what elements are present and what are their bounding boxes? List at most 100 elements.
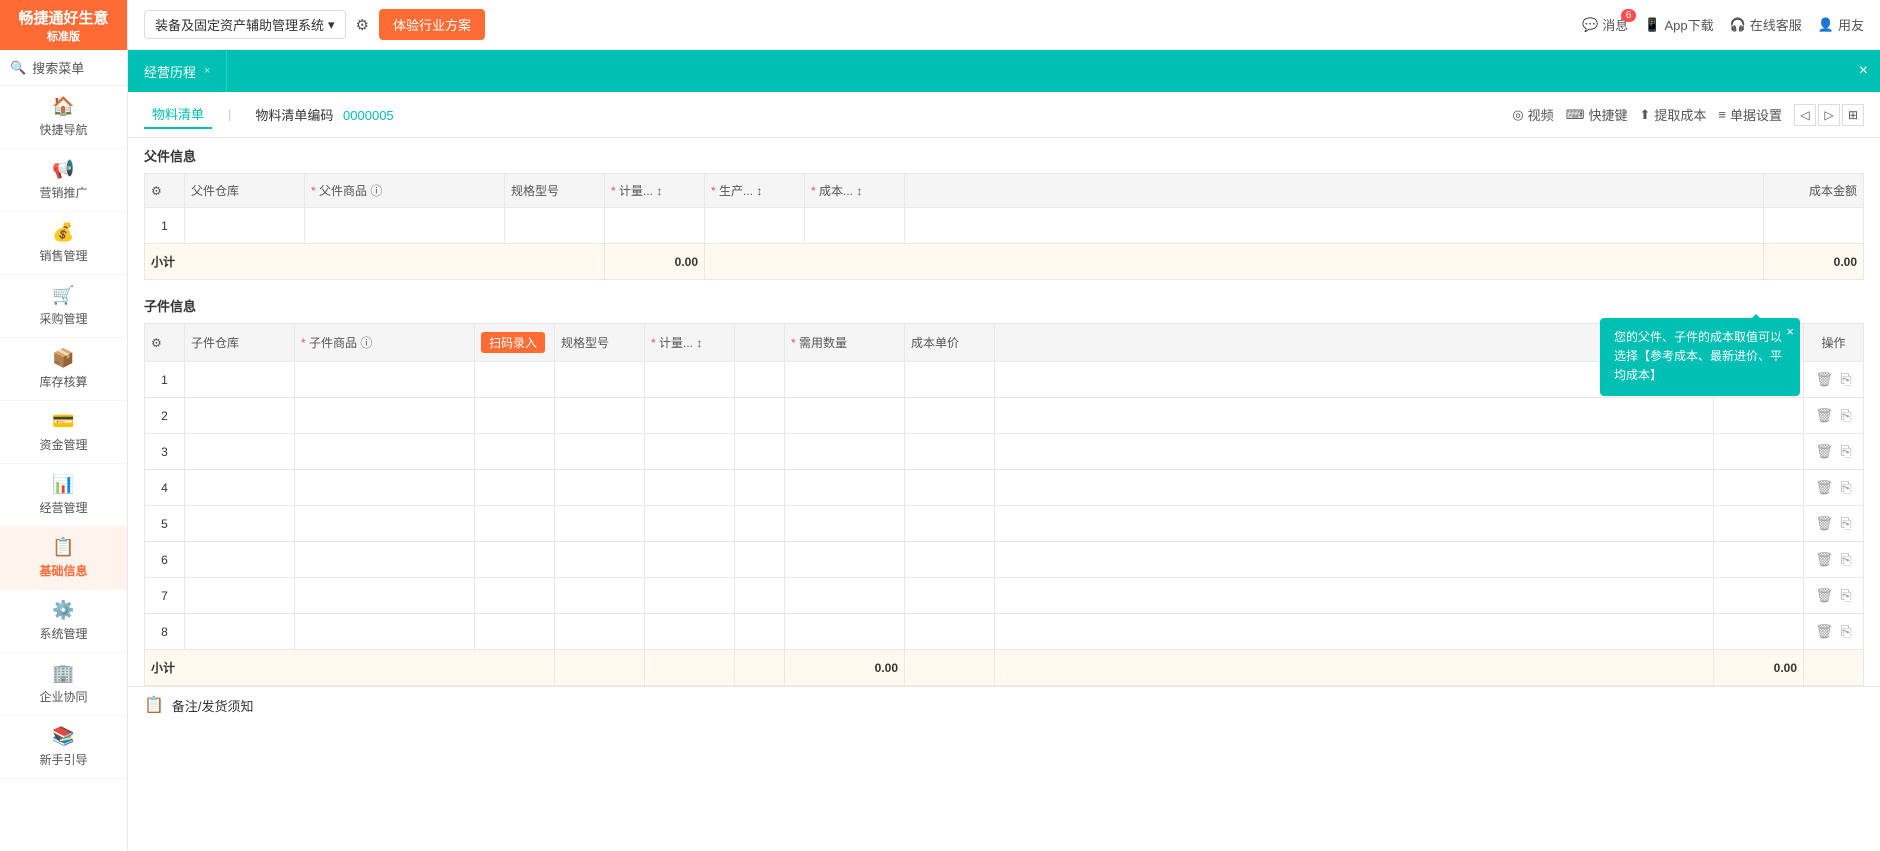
sub-tab-bom-list[interactable]: 物料清单	[144, 100, 212, 129]
child-cell-spec-8[interactable]	[555, 614, 645, 650]
copy-icon-7[interactable]: ⎘	[1840, 587, 1851, 603]
child-cell-qty-4[interactable]	[785, 470, 905, 506]
child-cell-unit-cost-2[interactable]	[905, 398, 995, 434]
child-cell-qty-2[interactable]	[785, 398, 905, 434]
sidebar-item-marketing[interactable]: 📢营销推广	[0, 149, 127, 212]
child-cell-cost-amount-4[interactable]	[1714, 470, 1804, 506]
copy-icon-4[interactable]: ⎘	[1840, 479, 1851, 495]
scan-btn[interactable]: 扫码录入	[481, 332, 545, 353]
delete-icon-7[interactable]: 🗑	[1815, 587, 1833, 603]
child-cell-unit-1[interactable]	[645, 362, 735, 398]
parent-cell-cost[interactable]	[805, 208, 905, 244]
child-cell-warehouse-1[interactable]	[185, 362, 295, 398]
try-button[interactable]: 体验行业方案	[379, 9, 485, 40]
extract-cost-btn[interactable]: ⬆ 提取成本	[1639, 105, 1706, 124]
child-cell-spec-2[interactable]	[555, 398, 645, 434]
copy-icon-8[interactable]: ⎘	[1840, 623, 1851, 639]
child-cell-scan-6[interactable]	[475, 542, 555, 578]
view-btn[interactable]: ◎ 视频	[1512, 105, 1553, 124]
child-cell-scan-4[interactable]	[475, 470, 555, 506]
child-cell-unit-cost-1[interactable]	[905, 362, 995, 398]
delete-icon-1[interactable]: 🗑	[1815, 371, 1833, 387]
child-cell-unit-5[interactable]	[645, 506, 735, 542]
parent-cell-warehouse[interactable]	[185, 208, 305, 244]
tab-close-history[interactable]: ×	[204, 65, 210, 77]
child-cell-warehouse-2[interactable]	[185, 398, 295, 434]
tooltip-close-btn[interactable]: ×	[1786, 322, 1794, 343]
prev-btn[interactable]: ◁	[1794, 104, 1816, 126]
child-cell-warehouse-6[interactable]	[185, 542, 295, 578]
child-cell-goods-4[interactable]	[295, 470, 475, 506]
sidebar-item-system[interactable]: ⚙️系统管理	[0, 590, 127, 653]
child-cell-spec-3[interactable]	[555, 434, 645, 470]
child-cell-unit-6[interactable]	[645, 542, 735, 578]
copy-icon-2[interactable]: ⎘	[1840, 407, 1851, 423]
app-download-btn[interactable]: 📱 App下载	[1644, 15, 1713, 34]
sidebar-item-enterprise[interactable]: 🏢企业协同	[0, 653, 127, 716]
delete-icon-4[interactable]: 🗑	[1815, 479, 1833, 495]
close-all-tabs-btn[interactable]: ×	[1847, 62, 1880, 80]
delete-icon-2[interactable]: 🗑	[1815, 407, 1833, 423]
child-cell-scan-5[interactable]	[475, 506, 555, 542]
child-cell-qty-5[interactable]	[785, 506, 905, 542]
child-cell-warehouse-4[interactable]	[185, 470, 295, 506]
child-cell-unit-8[interactable]	[645, 614, 735, 650]
shortcut-btn[interactable]: ⌨ 快捷键	[1566, 105, 1628, 124]
child-cell-unit-3[interactable]	[645, 434, 735, 470]
next-btn[interactable]: ▷	[1818, 104, 1840, 126]
copy-icon-5[interactable]: ⎘	[1840, 515, 1851, 531]
child-cell-goods-8[interactable]	[295, 614, 475, 650]
child-cell-goods-3[interactable]	[295, 434, 475, 470]
child-cell-spec-6[interactable]	[555, 542, 645, 578]
child-cell-unit-cost-6[interactable]	[905, 542, 995, 578]
expand-btn[interactable]: ⊞	[1842, 104, 1864, 126]
child-cell-unit-cost-4[interactable]	[905, 470, 995, 506]
child-cell-unit-4[interactable]	[645, 470, 735, 506]
copy-icon-1[interactable]: ⎘	[1840, 371, 1851, 387]
tab-history[interactable]: 经营历程×	[128, 50, 227, 92]
child-cell-unit-2[interactable]	[645, 398, 735, 434]
child-cell-scan-8[interactable]	[475, 614, 555, 650]
message-btn[interactable]: 💬 消息 6	[1582, 15, 1628, 34]
child-cell-cost-amount-5[interactable]	[1714, 506, 1804, 542]
parent-cell-goods[interactable]	[305, 208, 505, 244]
child-cell-unit-cost-8[interactable]	[905, 614, 995, 650]
copy-icon-3[interactable]: ⎘	[1840, 443, 1851, 459]
child-cell-warehouse-5[interactable]	[185, 506, 295, 542]
delete-icon-8[interactable]: 🗑	[1815, 623, 1833, 639]
copy-icon-6[interactable]: ⎘	[1840, 551, 1851, 567]
child-cell-goods-2[interactable]	[295, 398, 475, 434]
sidebar-item-finance[interactable]: 💳资金管理	[0, 401, 127, 464]
sidebar-item-inventory[interactable]: 📦库存核算	[0, 338, 127, 401]
child-cell-qty-6[interactable]	[785, 542, 905, 578]
parent-cell-spec[interactable]	[505, 208, 605, 244]
child-cell-cost-amount-7[interactable]	[1714, 578, 1804, 614]
child-cell-cost-amount-6[interactable]	[1714, 542, 1804, 578]
child-cell-scan-2[interactable]	[475, 398, 555, 434]
child-cell-scan-1[interactable]	[475, 362, 555, 398]
child-cell-qty-3[interactable]	[785, 434, 905, 470]
sidebar-item-quick-nav[interactable]: 🏠快捷导航	[0, 86, 127, 149]
child-cell-cost-amount-3[interactable]	[1714, 434, 1804, 470]
child-cell-warehouse-7[interactable]	[185, 578, 295, 614]
child-cell-spec-5[interactable]	[555, 506, 645, 542]
child-cell-scan-3[interactable]	[475, 434, 555, 470]
child-cell-goods-5[interactable]	[295, 506, 475, 542]
child-cell-cost-amount-8[interactable]	[1714, 614, 1804, 650]
child-cell-spec-4[interactable]	[555, 470, 645, 506]
online-service-btn[interactable]: 🎧 在线客服	[1730, 15, 1802, 34]
child-cell-spec-7[interactable]	[555, 578, 645, 614]
child-cell-cost-amount-2[interactable]	[1714, 398, 1804, 434]
parent-col-settings[interactable]: ⚙	[145, 174, 185, 208]
sidebar-item-basic-info[interactable]: 📋基础信息	[0, 527, 127, 590]
parent-cell-cost-amount[interactable]	[1764, 208, 1864, 244]
sidebar-item-operation[interactable]: 📊经营管理	[0, 464, 127, 527]
gear-icon[interactable]: ⚙	[356, 16, 369, 34]
search-menu[interactable]: 🔍 搜索菜单	[0, 50, 127, 86]
child-cell-goods-7[interactable]	[295, 578, 475, 614]
child-cell-warehouse-8[interactable]	[185, 614, 295, 650]
child-cell-qty-8[interactable]	[785, 614, 905, 650]
parent-cell-unit[interactable]	[605, 208, 705, 244]
child-cell-unit-cost-7[interactable]	[905, 578, 995, 614]
sidebar-item-purchase[interactable]: 🛒采购管理	[0, 275, 127, 338]
